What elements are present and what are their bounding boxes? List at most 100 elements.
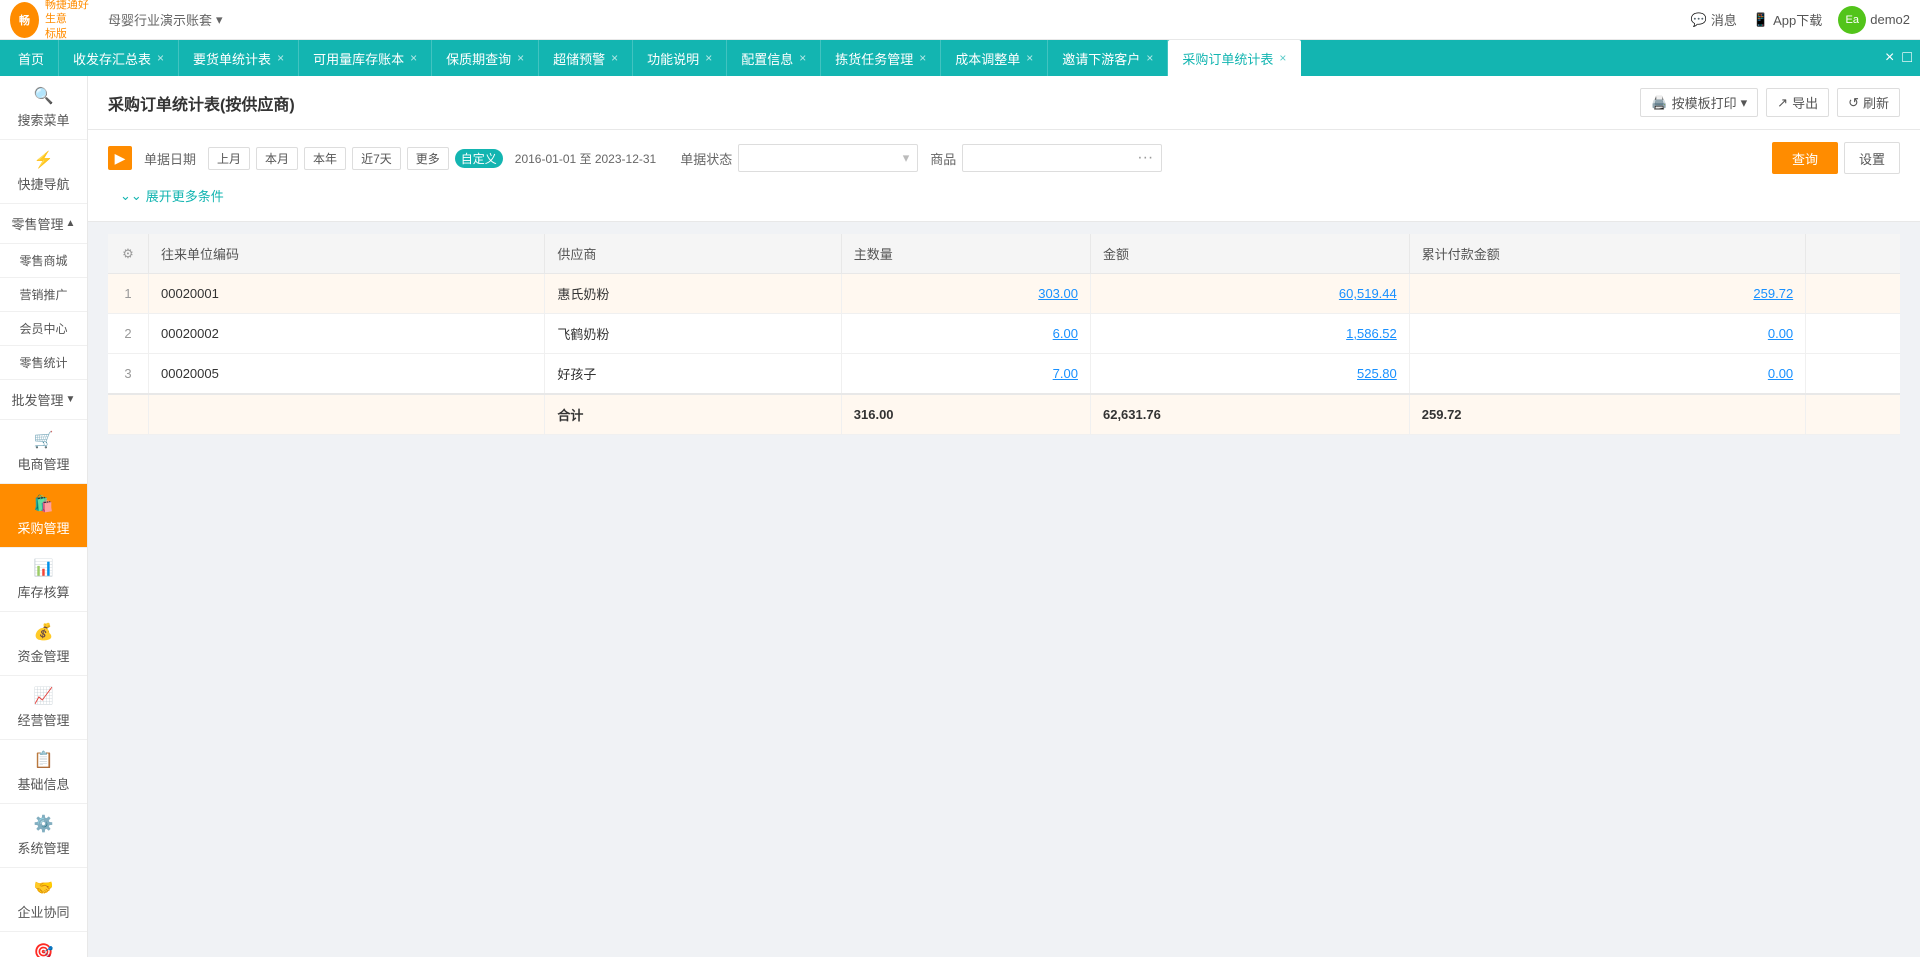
tab-pick-task[interactable]: 拣货任务管理 × xyxy=(821,40,941,76)
tab-close-icon[interactable]: × xyxy=(705,51,712,65)
workspace-selector[interactable]: 母婴行业演示账套 ▾ xyxy=(108,10,1681,29)
custom-date-tag[interactable]: 自定义 xyxy=(455,149,503,168)
sidebar-item-retail-mall[interactable]: 零售商城 xyxy=(0,244,87,278)
tab-cost-adjust[interactable]: 成本调整单 × xyxy=(941,40,1048,76)
status-select[interactable]: ▾ xyxy=(738,144,918,172)
inventory-icon: 📊 xyxy=(34,558,54,578)
tab-available-inv[interactable]: 可用量库存账本 × xyxy=(299,40,432,76)
user-profile[interactable]: Ea demo2 xyxy=(1838,6,1910,34)
message-label: 消息 xyxy=(1711,10,1737,29)
template-print-button[interactable]: 🖨️ 按模板打印 ▾ xyxy=(1640,88,1758,117)
row-amount[interactable]: 1,586.52 xyxy=(1090,314,1409,354)
tab-close-icon[interactable]: × xyxy=(799,51,806,65)
expand-row: ⌄⌄ 展开更多条件 xyxy=(108,182,1900,209)
row-quantity[interactable]: 303.00 xyxy=(841,274,1090,314)
tab-close-icon[interactable]: × xyxy=(157,51,164,65)
sidebar-item-label: 零售统计 xyxy=(19,354,67,371)
tab-close-icon[interactable]: × xyxy=(410,51,417,65)
date-btn-last-7-days[interactable]: 近7天 xyxy=(352,147,401,170)
column-settings-icon[interactable]: ⚙ xyxy=(120,246,136,262)
finance-icon: 💰 xyxy=(34,622,54,642)
sidebar-item-enterprise-collab[interactable]: 🤝 企业协同 xyxy=(0,868,87,932)
tab-close-icon[interactable]: × xyxy=(611,51,618,65)
row-supplier: 飞鹤奶粉 xyxy=(545,314,841,354)
tab-close-icon[interactable]: × xyxy=(517,51,524,65)
sidebar-item-label: 零售商城 xyxy=(19,252,67,269)
tab-receive-send[interactable]: 收发存汇总表 × xyxy=(59,40,179,76)
close-all-tabs-icon[interactable]: × xyxy=(1885,49,1894,67)
sidebar-item-finance[interactable]: 💰 资金管理 xyxy=(0,612,87,676)
tab-close-icon[interactable]: × xyxy=(277,51,284,65)
sidebar-item-purchase[interactable]: 🛍️ 采购管理 xyxy=(0,484,87,548)
sidebar-item-wholesale-mgmt[interactable]: 批发管理 ▼ xyxy=(0,380,87,420)
sidebar-item-quicknav[interactable]: ⚡ 快捷导航 xyxy=(0,140,87,204)
app-download-button[interactable]: 📱 App下载 xyxy=(1753,10,1822,29)
tab-close-icon[interactable]: × xyxy=(1146,51,1153,65)
row-amount[interactable]: 60,519.44 xyxy=(1090,274,1409,314)
goods-label: 商品 xyxy=(930,149,956,168)
row-paid[interactable]: 0.00 xyxy=(1409,314,1805,354)
date-btn-this-year[interactable]: 本年 xyxy=(304,147,346,170)
sidebar-item-system[interactable]: ⚙️ 系统管理 xyxy=(0,804,87,868)
tab-close-icon[interactable]: × xyxy=(1026,51,1033,65)
row-paid[interactable]: 259.72 xyxy=(1409,274,1805,314)
date-btn-this-month[interactable]: 本月 xyxy=(256,147,298,170)
refresh-label: 刷新 xyxy=(1863,93,1889,112)
tab-close-icon[interactable]: × xyxy=(1279,51,1286,65)
row-quantity[interactable]: 6.00 xyxy=(841,314,1090,354)
chevron-down-icon: ▾ xyxy=(216,12,223,28)
sidebar-item-label: 资金管理 xyxy=(17,646,69,665)
tab-purchase-order-stat[interactable]: 采购订单统计表 × xyxy=(1168,40,1301,76)
tab-label: 超储预警 xyxy=(553,49,605,68)
tab-shelf-life[interactable]: 保质期查询 × xyxy=(432,40,539,76)
status-field: 单据状态 ▾ xyxy=(680,144,918,172)
tab-overstock-warning[interactable]: 超储预警 × xyxy=(539,40,633,76)
content-area: 采购订单统计表(按供应商) 🖨️ 按模板打印 ▾ ↗ 导出 ↺ 刷新 xyxy=(88,76,1920,957)
maximize-icon[interactable]: □ xyxy=(1902,49,1912,67)
row-quantity[interactable]: 7.00 xyxy=(841,354,1090,395)
goods-field: 商品 ··· xyxy=(930,144,1162,172)
logo-area: 畅 畅捷通好生意 标版 xyxy=(10,0,98,41)
sidebar-item-member[interactable]: 会员中心 xyxy=(0,312,87,346)
search-button[interactable]: 查询 xyxy=(1772,142,1838,174)
tab-function-desc[interactable]: 功能说明 × xyxy=(633,40,727,76)
footer-quantity: 316.00 xyxy=(841,394,1090,435)
refresh-icon: ↺ xyxy=(1848,95,1859,111)
export-button[interactable]: ↗ 导出 xyxy=(1766,88,1829,117)
row-extra xyxy=(1806,314,1900,354)
setting-button[interactable]: 设置 xyxy=(1844,142,1900,174)
logo-icon: 畅 xyxy=(10,2,39,38)
sidebar-item-ecommerce[interactable]: 🛒 电商管理 xyxy=(0,420,87,484)
message-button[interactable]: 💬 消息 xyxy=(1691,10,1737,29)
sidebar-item-operations[interactable]: 📈 经营管理 xyxy=(0,676,87,740)
logo-line2: 标版 xyxy=(45,27,98,41)
sidebar-item-retail-mgmt[interactable]: 零售管理 ▲ xyxy=(0,204,87,244)
expand-more-button[interactable]: ⌄⌄ 展开更多条件 xyxy=(108,182,1900,209)
footer-label xyxy=(149,394,545,435)
sidebar-item-basicinfo[interactable]: 📋 基础信息 xyxy=(0,740,87,804)
date-btn-more[interactable]: 更多 xyxy=(407,147,449,170)
row-extra xyxy=(1806,354,1900,395)
sidebar-item-marketing[interactable]: 营销推广 xyxy=(0,278,87,312)
sidebar-item-label: 采购管理 xyxy=(17,518,69,537)
goods-input[interactable]: ··· xyxy=(962,144,1162,172)
row-paid[interactable]: 0.00 xyxy=(1409,354,1805,395)
sidebar-item-retail-stat[interactable]: 零售统计 xyxy=(0,346,87,380)
row-amount[interactable]: 525.80 xyxy=(1090,354,1409,395)
more-dots-icon[interactable]: ··· xyxy=(1137,149,1153,167)
date-btn-last-month[interactable]: 上月 xyxy=(208,147,250,170)
filter-toggle-button[interactable]: ▶ xyxy=(108,146,132,170)
tab-label: 拣货任务管理 xyxy=(835,49,913,68)
sidebar-item-inventory[interactable]: 📊 库存核算 xyxy=(0,548,87,612)
sidebar-item-label: 营销推广 xyxy=(19,286,67,303)
tab-config-info[interactable]: 配置信息 × xyxy=(727,40,821,76)
filter-row-main: ▶ 单据日期 上月 本月 本年 近7天 更多 自定义 2016-01-01 至 … xyxy=(108,142,1900,174)
footer-paid: 259.72 xyxy=(1409,394,1805,435)
tab-close-icon[interactable]: × xyxy=(919,51,926,65)
sidebar-item-newbie-guide[interactable]: 🎯 新手引导 xyxy=(0,932,87,957)
sidebar-item-search[interactable]: 🔍 搜索菜单 xyxy=(0,76,87,140)
tab-invite-downstream[interactable]: 邀请下游客户 × xyxy=(1048,40,1168,76)
tab-order-stat[interactable]: 要货单统计表 × xyxy=(179,40,299,76)
refresh-button[interactable]: ↺ 刷新 xyxy=(1837,88,1900,117)
tab-home[interactable]: 首页 xyxy=(4,40,59,76)
